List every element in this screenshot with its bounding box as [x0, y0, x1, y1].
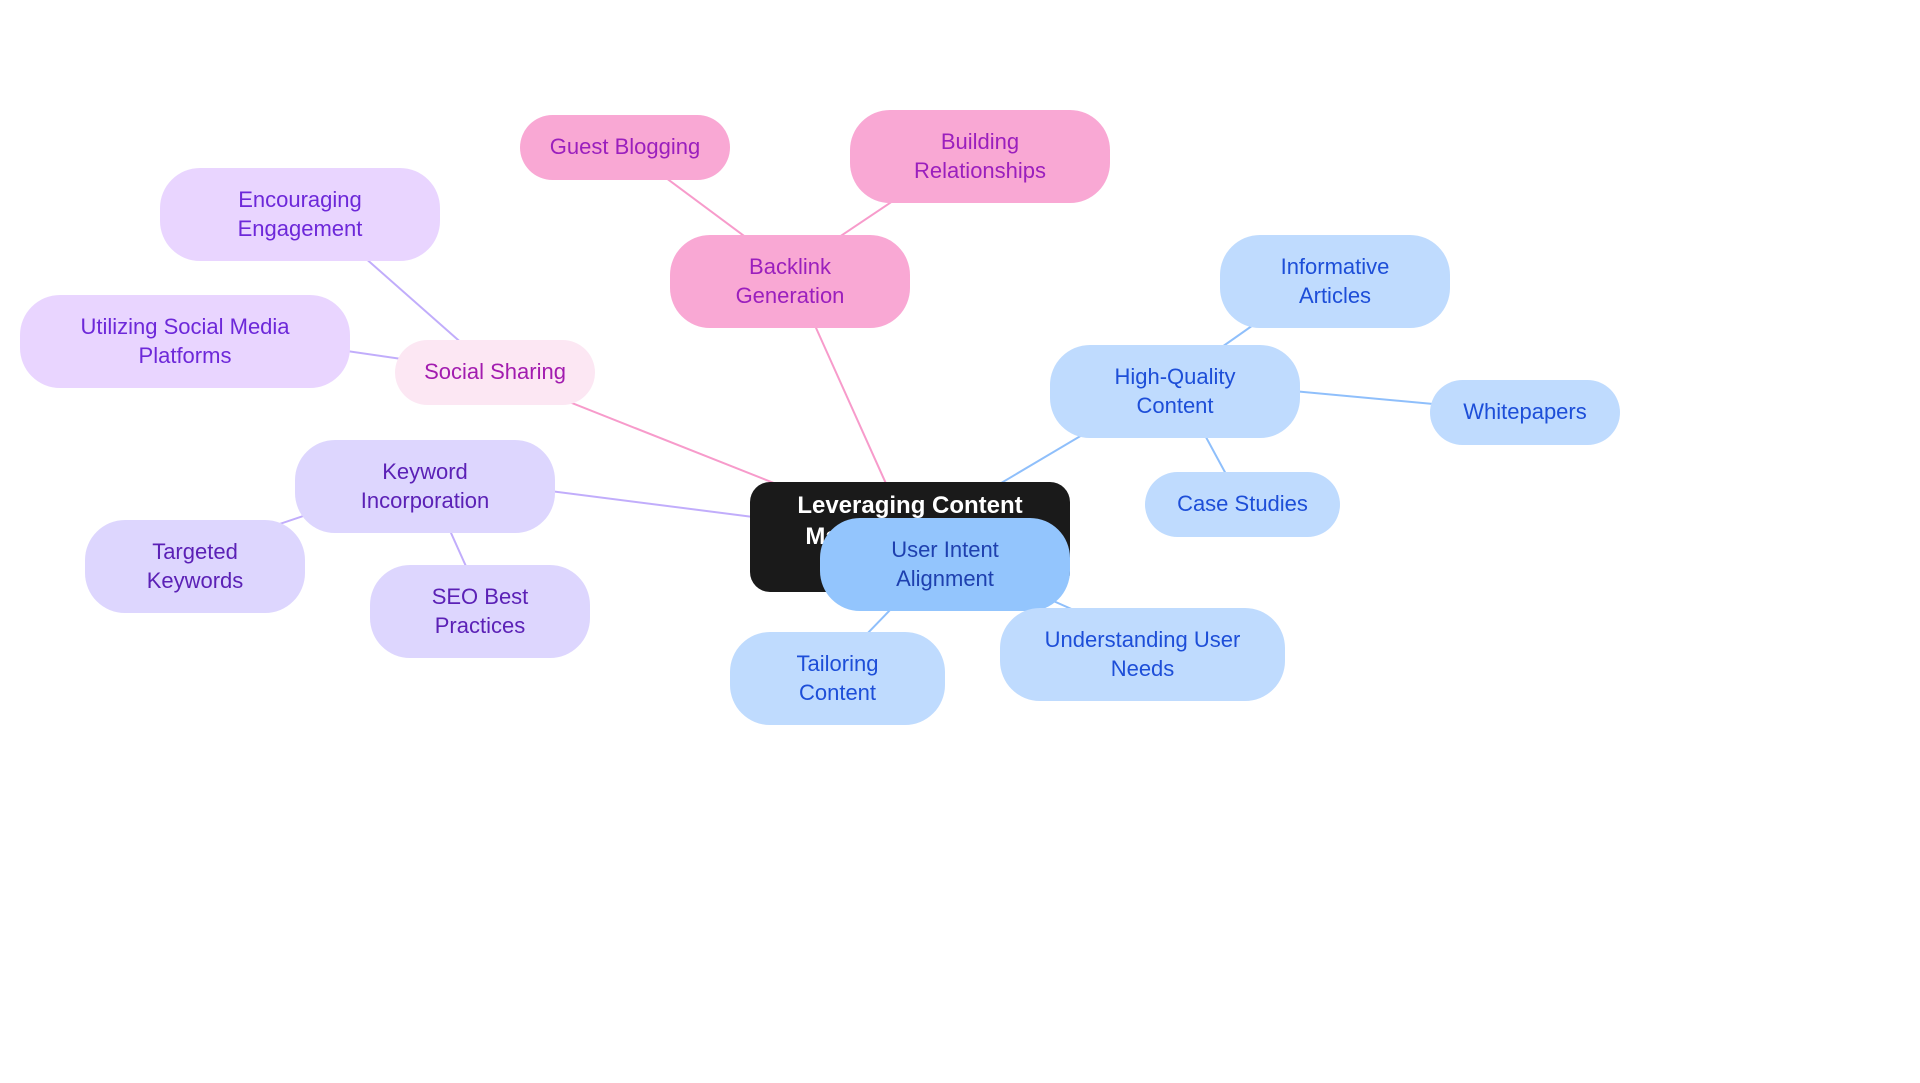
node-case_studies[interactable]: Case Studies [1145, 472, 1340, 537]
node-tailoring_content[interactable]: Tailoring Content [730, 632, 945, 725]
node-seo_best_practices[interactable]: SEO Best Practices [370, 565, 590, 658]
node-encouraging_engagement[interactable]: Encouraging Engagement [160, 168, 440, 261]
node-utilizing_social_media[interactable]: Utilizing Social Media Platforms [20, 295, 350, 388]
node-backlink_generation[interactable]: Backlink Generation [670, 235, 910, 328]
node-keyword_incorporation[interactable]: Keyword Incorporation [295, 440, 555, 533]
node-whitepapers[interactable]: Whitepapers [1430, 380, 1620, 445]
node-informative_articles[interactable]: Informative Articles [1220, 235, 1450, 328]
node-high_quality_content[interactable]: High-Quality Content [1050, 345, 1300, 438]
node-user_intent_alignment[interactable]: User Intent Alignment [820, 518, 1070, 611]
node-social_sharing[interactable]: Social Sharing [395, 340, 595, 405]
mind-map-container: Leveraging Content Marketing for SEO Per… [0, 0, 1920, 1083]
node-targeted_keywords[interactable]: Targeted Keywords [85, 520, 305, 613]
node-building_relationships[interactable]: Building Relationships [850, 110, 1110, 203]
node-guest_blogging[interactable]: Guest Blogging [520, 115, 730, 180]
node-understanding_user_needs[interactable]: Understanding User Needs [1000, 608, 1285, 701]
